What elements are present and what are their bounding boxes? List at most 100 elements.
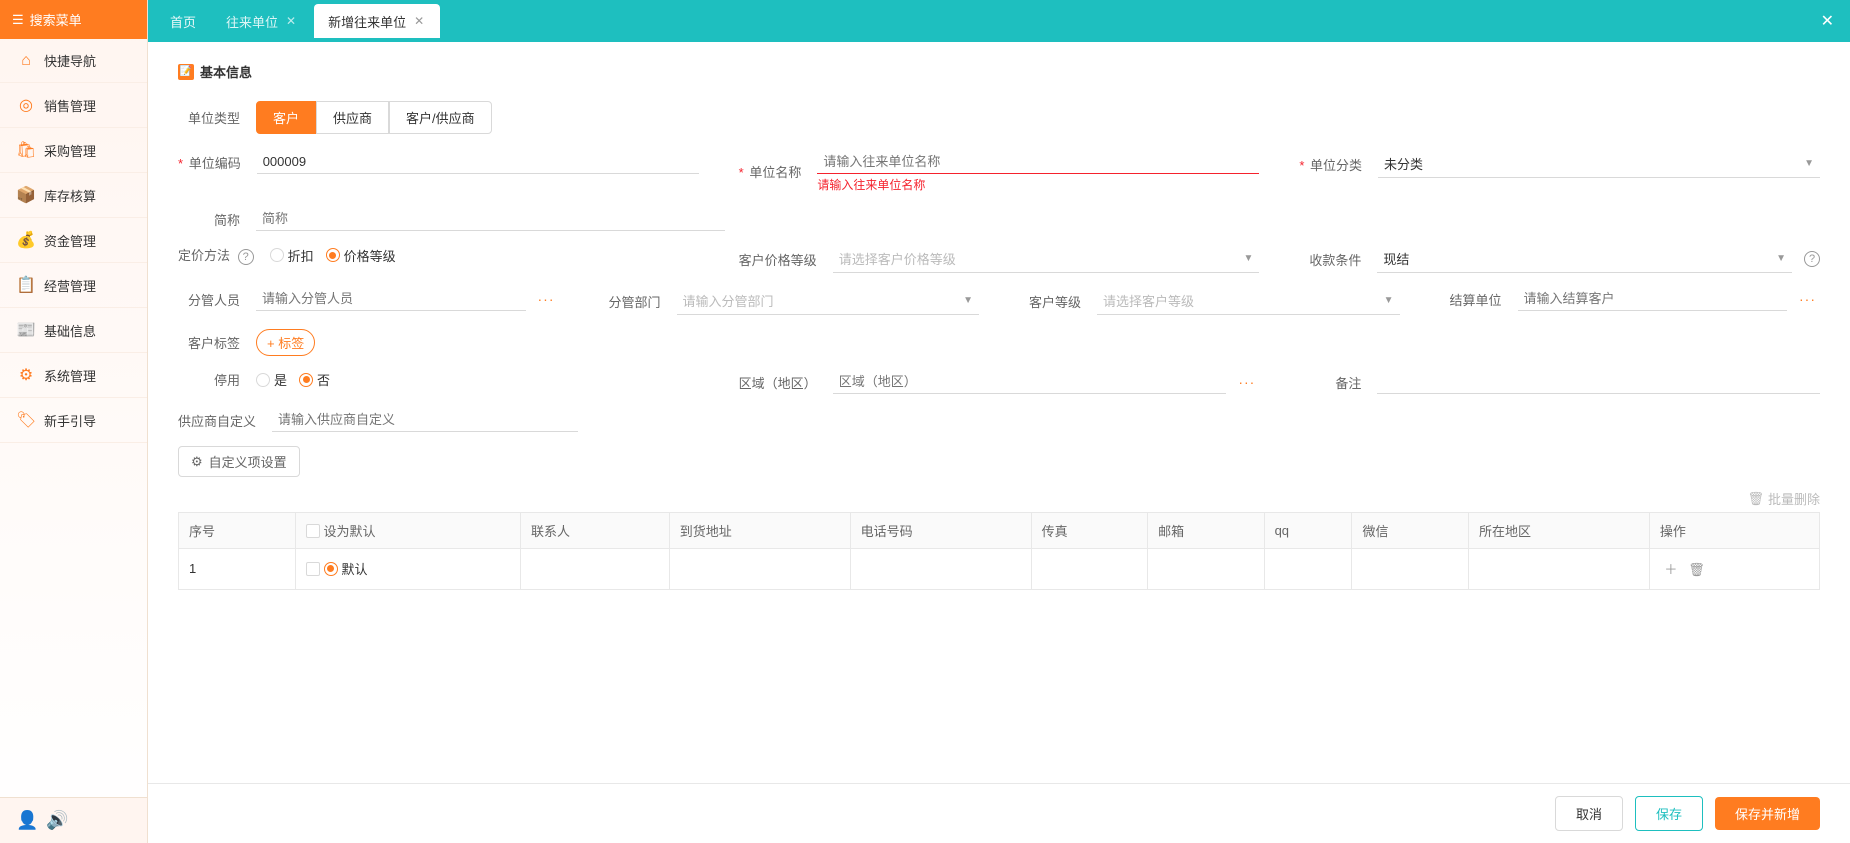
disabled-no-label: 否: [317, 370, 330, 389]
unit-name-field: * 单位名称 请输入往来单位名称: [739, 150, 1260, 193]
dept-field: 分管部门 请输入分管部门 ▼: [599, 287, 980, 315]
delete-row-button[interactable]: 🗑: [1686, 559, 1708, 581]
payment-terms-value: 现结: [1383, 249, 1776, 268]
disabled-yes[interactable]: 是: [256, 370, 287, 389]
unit-type-supplier[interactable]: 供应商: [316, 101, 389, 134]
manager-input[interactable]: [256, 287, 526, 311]
col-address: 到货地址: [669, 513, 850, 549]
tab-tradepartner-close[interactable]: ✕: [284, 12, 298, 30]
payment-terms-help-icon[interactable]: ?: [1804, 251, 1820, 267]
row-pricing: 定价方法 ? 折扣 价格等级: [178, 245, 1820, 273]
customer-level-label: 客户等级: [1019, 292, 1089, 311]
supplier-custom-input[interactable]: [272, 408, 578, 432]
batch-delete-area: 🗑 批量删除: [178, 489, 1820, 508]
save-new-button[interactable]: 保存并新增: [1715, 797, 1820, 830]
short-name-input[interactable]: [256, 207, 725, 231]
unit-type-row: 单位类型 客户 供应商 客户/供应商: [178, 101, 1820, 134]
unit-category-select[interactable]: 未分类 ▼: [1378, 150, 1820, 178]
customer-level-select[interactable]: 请选择客户等级 ▼: [1097, 287, 1400, 315]
required-star: *: [178, 156, 183, 171]
manager-label: 分管人员: [178, 290, 248, 309]
settlement-unit-input[interactable]: [1518, 287, 1788, 311]
tab-home[interactable]: 首页: [156, 4, 210, 38]
sidebar-item-sysadmin[interactable]: ⚙ 系统管理: [0, 353, 147, 398]
manager-ellipsis[interactable]: ···: [534, 291, 559, 307]
tab-tradepartner[interactable]: 往来单位 ✕: [212, 4, 312, 38]
customer-level-placeholder: 请选择客户等级: [1103, 291, 1384, 310]
col-phone: 电话号码: [850, 513, 1031, 549]
region-ellipsis[interactable]: ···: [1234, 374, 1259, 390]
disabled-no[interactable]: 否: [299, 370, 330, 389]
dept-placeholder: 请输入分管部门: [683, 291, 964, 310]
required-star3: *: [1299, 158, 1304, 173]
section-basic-info: 📝 基本信息: [178, 62, 1820, 81]
pricing-help-icon[interactable]: ?: [238, 249, 254, 265]
unit-type-customer[interactable]: 客户: [256, 101, 316, 134]
purchase-icon: 🛍: [16, 140, 36, 160]
newguide-icon: 🏷: [16, 410, 36, 430]
unit-type-both[interactable]: 客户/供应商: [389, 101, 492, 134]
radio-no-circle: [299, 373, 313, 387]
row-default-radio[interactable]: 默认: [324, 559, 368, 578]
default-radio-circle: [324, 562, 338, 576]
customer-level-field: 客户等级 请选择客户等级 ▼: [1019, 287, 1400, 315]
batch-delete-label[interactable]: 批量删除: [1768, 489, 1820, 508]
col-wechat: 微信: [1352, 513, 1469, 549]
col-index: 序号: [179, 513, 296, 549]
unit-category-value: 未分类: [1384, 154, 1804, 173]
unit-name-input[interactable]: [817, 150, 1259, 174]
window-close[interactable]: ✕: [1813, 7, 1842, 35]
col-default: 设为默认: [295, 513, 521, 549]
default-label: 默认: [342, 559, 368, 578]
delete-icon: 🗑: [1747, 491, 1764, 507]
dept-select[interactable]: 请输入分管部门 ▼: [677, 287, 980, 315]
chevron-down-icon5: ▼: [1384, 295, 1394, 306]
add-tag-button[interactable]: + 标签: [256, 329, 315, 356]
cell-email: [1148, 549, 1265, 590]
short-name-field: 简称: [178, 207, 725, 231]
row-checkbox[interactable]: [306, 562, 320, 576]
pricing-radio-group: 折扣 价格等级: [270, 246, 396, 265]
unit-code-input[interactable]: [257, 150, 699, 174]
unit-name-wrap: 请输入往来单位名称: [817, 150, 1259, 193]
main-area: 首页 往来单位 ✕ 新增往来单位 ✕ ✕ 📝 基本信息 单位类型 客户 供应商 …: [148, 0, 1850, 843]
custom-settings-button[interactable]: ⚙ 自定义项设置: [178, 446, 300, 477]
unit-code-label: * 单位编码: [178, 153, 249, 172]
sidebar-search[interactable]: ☰ 搜索菜单: [0, 0, 147, 39]
sidebar-item-basicinfo[interactable]: 📰 基础信息: [0, 308, 147, 353]
pricing-discount[interactable]: 折扣: [270, 246, 314, 265]
cancel-button[interactable]: 取消: [1555, 796, 1623, 831]
unit-name-label: * 单位名称: [739, 162, 810, 181]
customer-price-level-select[interactable]: 请选择客户价格等级 ▼: [833, 245, 1260, 273]
payment-terms-select[interactable]: 现结 ▼: [1377, 245, 1792, 273]
sidebar-item-inventory[interactable]: 📦 库存核算: [0, 173, 147, 218]
save-button[interactable]: 保存: [1635, 796, 1703, 831]
search-icon: ☰: [12, 12, 24, 28]
sidebar-label-finance: 资金管理: [44, 231, 96, 250]
add-row-button[interactable]: ＋: [1660, 557, 1682, 579]
sidebar-item-newguide[interactable]: 🏷 新手引导: [0, 398, 147, 443]
sidebar-item-operations[interactable]: 📋 经营管理: [0, 263, 147, 308]
sidebar-label-sales: 销售管理: [44, 96, 96, 115]
col-contact: 联系人: [521, 513, 670, 549]
settlement-unit-ellipsis[interactable]: ···: [1795, 291, 1820, 307]
sidebar-item-purchase[interactable]: 🛍 采购管理: [0, 128, 147, 173]
sidebar-search-label: 搜索菜单: [30, 10, 82, 29]
pricing-discount-label: 折扣: [288, 246, 314, 265]
sidebar-label-operations: 经营管理: [44, 276, 96, 295]
tab-newtradepartner-close[interactable]: ✕: [412, 12, 426, 30]
unit-category-label: * 单位分类: [1299, 155, 1370, 174]
pricing-method-label: 定价方法 ?: [178, 245, 262, 265]
tab-newtradepartner[interactable]: 新增往来单位 ✕: [314, 4, 440, 38]
region-input[interactable]: [833, 370, 1227, 394]
operations-icon: 📋: [16, 275, 36, 295]
cell-address: [669, 549, 850, 590]
sidebar-item-quicknav[interactable]: ⌂ 快捷导航: [0, 39, 147, 83]
pricing-pricelevel[interactable]: 价格等级: [326, 246, 396, 265]
select-all-checkbox[interactable]: [306, 524, 320, 538]
cell-fax: [1031, 549, 1148, 590]
remark-input[interactable]: [1377, 370, 1820, 394]
sidebar-item-finance[interactable]: 💰 资金管理: [0, 218, 147, 263]
finance-icon: 💰: [16, 230, 36, 250]
sidebar-item-sales[interactable]: ◎ 销售管理: [0, 83, 147, 128]
